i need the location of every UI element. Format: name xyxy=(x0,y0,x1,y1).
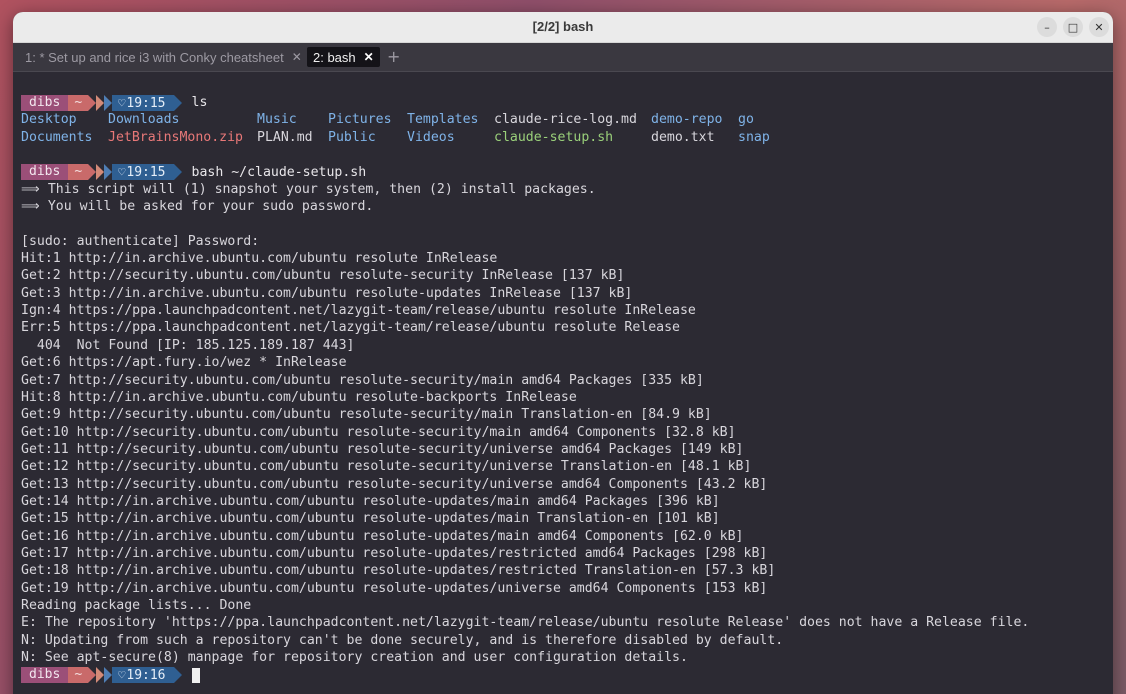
list-item: claude-setup.sh xyxy=(494,129,614,145)
terminal-window: [2/2] bash – □ ✕ 1: * Set up and rice i3… xyxy=(13,12,1113,694)
prompt-separator xyxy=(104,164,113,181)
prompt-dir: ~ xyxy=(68,164,89,181)
output-line: Get:11 http://security.ubuntu.com/ubuntu… xyxy=(21,441,744,457)
output-line: Get:6 https://apt.fury.io/wez * InReleas… xyxy=(21,355,347,371)
list-item: go xyxy=(738,112,754,128)
tab-bar: 1: * Set up and rice i3 with Conky cheat… xyxy=(13,43,1113,72)
list-item: Downloads xyxy=(108,112,180,128)
prompt-user: dibs xyxy=(21,164,69,181)
list-item: Pictures xyxy=(328,112,392,128)
list-item: Public xyxy=(328,129,376,145)
list-item: JetBrainsMono.zip xyxy=(108,129,243,145)
output-line: Get:12 http://security.ubuntu.com/ubuntu… xyxy=(21,459,752,475)
prompt-separator xyxy=(96,667,105,684)
list-item: PLAN.md xyxy=(257,129,313,145)
output-line: Reading package lists... Done xyxy=(21,597,252,613)
prompt-separator xyxy=(96,164,105,181)
heart-icon: ♡ xyxy=(118,95,126,110)
prompt-separator xyxy=(88,164,97,181)
output-line: Err:5 https://ppa.launchpadcontent.net/l… xyxy=(21,320,680,336)
list-item: Desktop xyxy=(21,112,77,128)
output-line: Ign:4 https://ppa.launchpadcontent.net/l… xyxy=(21,303,696,319)
tab-2[interactable]: 2: bash ✕ xyxy=(307,47,380,67)
list-item: Music xyxy=(257,112,297,128)
output-line: Get:17 http://in.archive.ubuntu.com/ubun… xyxy=(21,545,768,561)
output-line: Get:7 http://security.ubuntu.com/ubuntu … xyxy=(21,372,704,388)
tab-2-close-icon[interactable]: ✕ xyxy=(364,50,374,64)
heart-icon: ♡ xyxy=(118,668,126,683)
ls-output-row: Desktop Downloads Music Pictures Templat… xyxy=(21,111,1113,128)
shell-prompt: dibs ~ ♡19:15 bash ~/claude-setup.sh xyxy=(21,163,1113,181)
maximize-button[interactable]: □ xyxy=(1063,17,1083,37)
tab-1-label: 1: * Set up and rice i3 with Conky cheat… xyxy=(25,49,284,65)
prompt-separator xyxy=(173,667,182,684)
prompt-time-segment: ♡19:15 xyxy=(112,164,174,181)
output-line: Get:15 http://in.archive.ubuntu.com/ubun… xyxy=(21,511,720,527)
title-bar[interactable]: [2/2] bash – □ ✕ xyxy=(13,12,1113,43)
prompt-separator xyxy=(88,667,97,684)
output-line: Get:14 http://in.archive.ubuntu.com/ubun… xyxy=(21,493,720,509)
tab-2-label: 2: bash xyxy=(313,49,356,65)
text-cursor[interactable] xyxy=(191,667,200,683)
list-item: Videos xyxy=(407,129,455,145)
output-line: N: See apt-secure(8) manpage for reposit… xyxy=(21,650,688,665)
window-title: [2/2] bash xyxy=(532,19,594,34)
prompt-time-segment: ♡19:15 xyxy=(112,94,174,111)
prompt-separator xyxy=(96,94,105,111)
prompt-time: 19:15 xyxy=(126,165,166,181)
output-line: Get:19 http://in.archive.ubuntu.com/ubun… xyxy=(21,580,768,596)
close-window-button[interactable]: ✕ xyxy=(1089,17,1109,37)
output-line: Get:10 http://security.ubuntu.com/ubuntu… xyxy=(21,424,736,440)
new-tab-button[interactable]: + xyxy=(387,47,400,67)
output-line: N: Updating from such a repository can't… xyxy=(21,632,784,648)
ls-output-row: Documents JetBrainsMono.zip PLAN.md Publ… xyxy=(21,129,1113,146)
list-item: demo-repo xyxy=(651,112,723,128)
prompt-time-segment: ♡19:16 xyxy=(112,667,174,684)
heart-icon: ♡ xyxy=(118,165,126,180)
list-item: snap xyxy=(738,129,770,145)
command-output: ⟹ This script will (1) snapshot your sys… xyxy=(21,181,1113,667)
prompt-user: dibs xyxy=(21,667,69,684)
list-item: claude-rice-log.md xyxy=(494,112,637,128)
output-line: E: The repository 'https://ppa.launchpad… xyxy=(21,615,1030,631)
tab-1[interactable]: 1: * Set up and rice i3 with Conky cheat… xyxy=(19,47,308,67)
output-line: Hit:8 http://in.archive.ubuntu.com/ubunt… xyxy=(21,389,577,405)
output-line: [sudo: authenticate] Password: xyxy=(21,233,260,249)
output-line: Get:2 http://security.ubuntu.com/ubuntu … xyxy=(21,268,625,284)
prompt-separator xyxy=(173,164,182,181)
minimize-button[interactable]: – xyxy=(1037,17,1057,37)
output-line: Hit:1 http://in.archive.ubuntu.com/ubunt… xyxy=(21,251,498,267)
output-line: 404 Not Found [IP: 185.125.189.187 443] xyxy=(21,337,355,353)
prompt-separator xyxy=(88,94,97,111)
prompt-time: 19:16 xyxy=(126,668,166,684)
output-line: ⟹ This script will (1) snapshot your sys… xyxy=(21,181,596,197)
prompt-separator xyxy=(104,667,113,684)
output-line: Get:18 http://in.archive.ubuntu.com/ubun… xyxy=(21,563,776,579)
terminal-output[interactable]: dibs ~ ♡19:15 ls Desktop Downloads Music… xyxy=(13,72,1113,694)
list-item: Documents xyxy=(21,129,93,145)
prompt-user: dibs xyxy=(21,94,69,111)
output-line: Get:9 http://security.ubuntu.com/ubuntu … xyxy=(21,407,712,423)
output-line: Get:16 http://in.archive.ubuntu.com/ubun… xyxy=(21,528,744,544)
shell-prompt: dibs ~ ♡19:16 xyxy=(21,666,1113,684)
command-text: ls xyxy=(191,95,208,111)
output-line: Get:13 http://security.ubuntu.com/ubuntu… xyxy=(21,476,768,492)
prompt-separator xyxy=(173,94,182,111)
tab-1-close-icon[interactable]: ✕ xyxy=(292,50,302,64)
command-text: bash ~/claude-setup.sh xyxy=(191,164,367,180)
prompt-dir: ~ xyxy=(68,94,89,111)
prompt-dir: ~ xyxy=(68,667,89,684)
prompt-separator xyxy=(104,94,113,111)
list-item: Templates xyxy=(407,112,479,128)
list-item: demo.txt xyxy=(651,129,715,145)
prompt-time: 19:15 xyxy=(126,95,166,111)
shell-prompt: dibs ~ ♡19:15 ls xyxy=(21,94,1113,111)
output-line: ⟹ You will be asked for your sudo passwo… xyxy=(21,199,374,215)
output-line: Get:3 http://in.archive.ubuntu.com/ubunt… xyxy=(21,285,633,301)
